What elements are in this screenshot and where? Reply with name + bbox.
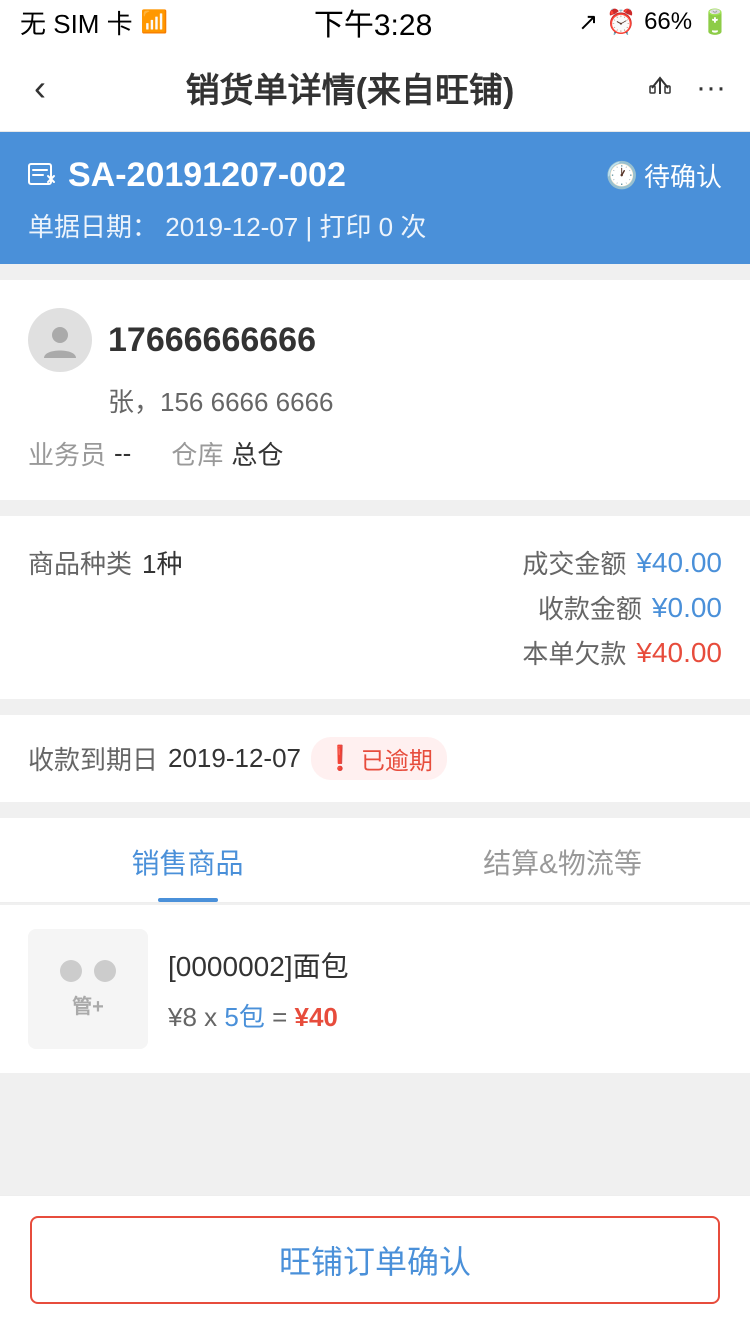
confirm-order-button[interactable]: 旺铺订单确认 bbox=[30, 1216, 720, 1304]
owed-amount-value: ¥40.00 bbox=[636, 637, 722, 669]
avatar bbox=[28, 308, 92, 372]
owl-eyes bbox=[60, 960, 116, 982]
status-time: 下午3:28 bbox=[314, 0, 432, 44]
order-id: SA-20191207-002 bbox=[28, 156, 346, 195]
salesman-label: 业务员 bbox=[28, 435, 106, 472]
overdue-warning-icon: ❗ bbox=[325, 744, 355, 773]
tab-sales-products[interactable]: 销售商品 bbox=[0, 818, 375, 902]
print-info: | 打印 0 次 bbox=[305, 212, 426, 242]
warehouse-item: 仓库 总仓 bbox=[171, 435, 283, 472]
tabs-section: 销售商品 结算&物流等 bbox=[0, 818, 750, 903]
clock-icon: 🕐 bbox=[606, 160, 638, 191]
date-label: 单据日期： bbox=[28, 212, 158, 242]
status-text: 待确认 bbox=[644, 157, 722, 194]
due-date-section: 收款到期日 2019-12-07 ❗ 已逾期 bbox=[0, 715, 750, 802]
order-date-value: 2019-12-07 bbox=[165, 212, 298, 242]
tab-sales-products-label: 销售商品 bbox=[131, 848, 243, 879]
order-number: SA-20191207-002 bbox=[68, 156, 346, 195]
transaction-amount-row: 成交金额 ¥40.00 bbox=[522, 544, 722, 581]
product-name: [0000002]面包 bbox=[168, 945, 722, 985]
transaction-amount-label: 成交金额 bbox=[522, 544, 626, 581]
back-button[interactable]: ‹ bbox=[24, 57, 56, 119]
amounts: 成交金额 ¥40.00 收款金额 ¥0.00 本单欠款 ¥40.00 bbox=[522, 544, 722, 671]
tab-active-underline bbox=[158, 898, 218, 902]
order-id-icon bbox=[28, 156, 58, 195]
status-left: 无 SIM 卡 📶 bbox=[20, 4, 168, 41]
owl-eye-right bbox=[94, 960, 116, 982]
wifi-icon: 📶 bbox=[141, 9, 168, 35]
warehouse-label: 仓库 bbox=[171, 435, 223, 472]
more-button[interactable]: ··· bbox=[696, 71, 726, 105]
received-amount-value: ¥0.00 bbox=[652, 592, 722, 624]
warehouse-value: 总仓 bbox=[231, 435, 283, 472]
product-info: [0000002]面包 ¥8 x 5包 = ¥40 bbox=[168, 945, 722, 1034]
carrier-text: 无 SIM 卡 bbox=[20, 4, 133, 41]
product-image: 管+ bbox=[28, 929, 148, 1049]
product-price: ¥8 bbox=[168, 1002, 197, 1032]
due-date-label: 收款到期日 bbox=[28, 740, 158, 777]
nav-actions: ··· bbox=[644, 68, 726, 108]
order-id-row: SA-20191207-002 🕐 待确认 bbox=[28, 156, 722, 195]
customer-row: 17666666666 bbox=[28, 308, 722, 372]
bottom-bar: 旺铺订单确认 bbox=[0, 1195, 750, 1334]
product-section: 管+ [0000002]面包 ¥8 x 5包 = ¥40 bbox=[0, 905, 750, 1073]
customer-meta: 业务员 -- 仓库 总仓 bbox=[28, 435, 722, 472]
product-types-value: 1种 bbox=[142, 544, 182, 581]
overdue-text: 已逾期 bbox=[361, 741, 433, 776]
status-right: ↗ ⏰ 66% 🔋 bbox=[578, 8, 730, 37]
received-amount-row: 收款金额 ¥0.00 bbox=[538, 589, 722, 626]
battery-icon: 🔋 bbox=[700, 8, 730, 37]
order-status: 🕐 待确认 bbox=[606, 157, 722, 194]
summary-section: 商品种类 1种 成交金额 ¥40.00 收款金额 ¥0.00 本单欠款 ¥40.… bbox=[0, 516, 750, 699]
salesman-item: 业务员 -- bbox=[28, 435, 131, 472]
received-amount-label: 收款金额 bbox=[538, 589, 642, 626]
page-title: 销货单详情(来自旺铺) bbox=[186, 63, 515, 112]
product-img-inner: 管+ bbox=[60, 960, 116, 1019]
owl-eye-left bbox=[60, 960, 82, 982]
owed-amount-label: 本单欠款 bbox=[522, 634, 626, 671]
share-button[interactable] bbox=[644, 68, 676, 108]
due-date-value: 2019-12-07 bbox=[168, 743, 301, 774]
product-name-text: 面包 bbox=[293, 951, 349, 982]
overdue-badge: ❗ 已逾期 bbox=[311, 737, 447, 780]
order-date-row: 单据日期： 2019-12-07 | 打印 0 次 bbox=[28, 207, 722, 244]
tab-settlement[interactable]: 结算&物流等 bbox=[375, 818, 750, 902]
battery-text: 66% bbox=[644, 8, 692, 36]
product-types: 商品种类 1种 bbox=[28, 544, 182, 581]
owed-amount-row: 本单欠款 ¥40.00 bbox=[522, 634, 722, 671]
product-types-label: 商品种类 bbox=[28, 544, 132, 581]
product-item: 管+ [0000002]面包 ¥8 x 5包 = ¥40 bbox=[0, 905, 750, 1073]
location-icon: ↗ bbox=[578, 8, 598, 37]
product-calc: ¥8 x 5包 = ¥40 bbox=[168, 997, 722, 1034]
product-code: [0000002] bbox=[168, 951, 293, 982]
customer-phone: 17666666666 bbox=[108, 321, 316, 360]
nav-bar: ‹ 销货单详情(来自旺铺) ··· bbox=[0, 44, 750, 132]
tab-settlement-label: 结算&物流等 bbox=[483, 848, 642, 879]
customer-section: 17666666666 张，156 6666 6666 业务员 -- 仓库 总仓 bbox=[0, 280, 750, 500]
order-header: SA-20191207-002 🕐 待确认 单据日期： 2019-12-07 |… bbox=[0, 132, 750, 264]
transaction-amount-value: ¥40.00 bbox=[636, 547, 722, 579]
customer-name: 张，156 6666 6666 bbox=[28, 382, 722, 419]
status-bar: 无 SIM 卡 📶 下午3:28 ↗ ⏰ 66% 🔋 bbox=[0, 0, 750, 44]
salesman-value: -- bbox=[114, 438, 131, 469]
owl-text: 管+ bbox=[72, 990, 104, 1019]
alarm-icon: ⏰ bbox=[606, 8, 636, 37]
